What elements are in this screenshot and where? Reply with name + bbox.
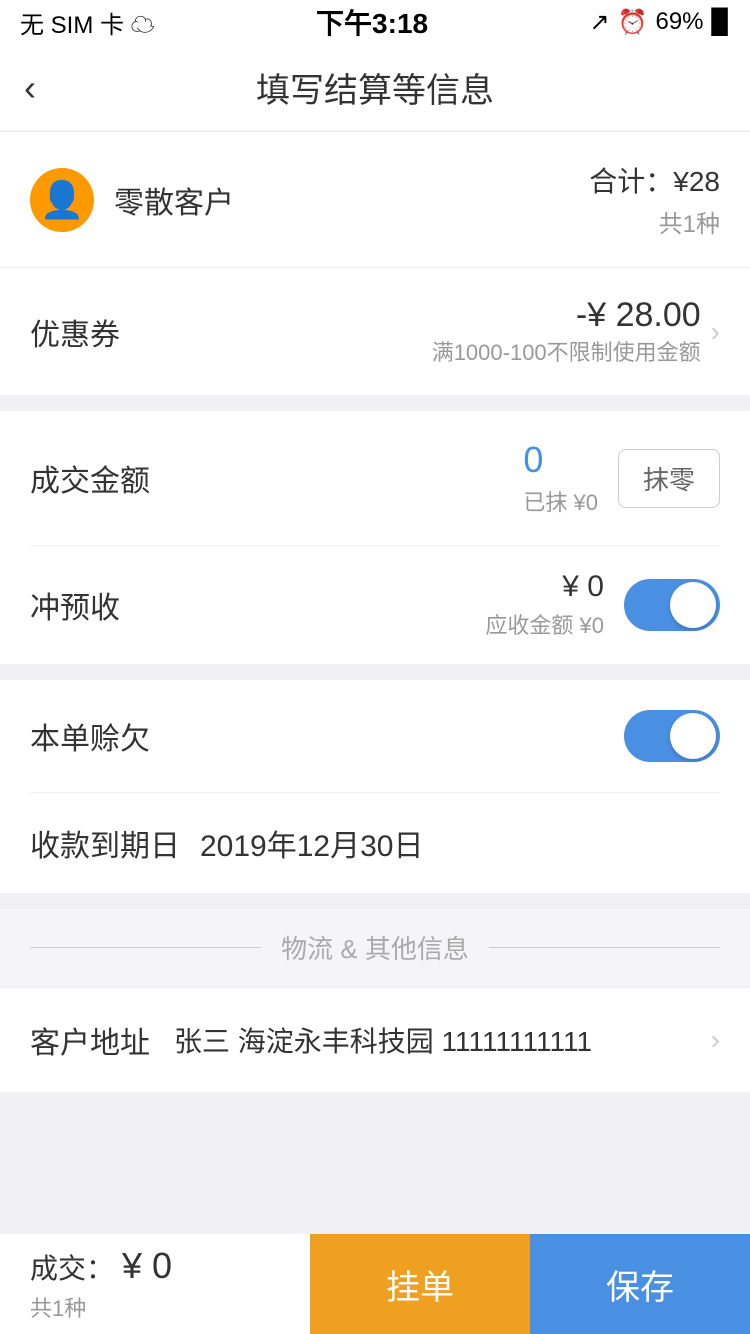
bottom-deal-label: 成交： bbox=[30, 1247, 114, 1287]
advance-toggle[interactable] bbox=[624, 579, 720, 631]
bottom-count: 共1种 bbox=[30, 1291, 280, 1323]
location-icon: ↗ bbox=[589, 8, 609, 37]
deal-right: 0 已抹 ¥0 抹零 bbox=[523, 439, 720, 517]
address-row[interactable]: 客户地址 张三 海淀永丰科技园 11111111111 › bbox=[30, 988, 720, 1092]
coupon-desc: 满1000-100不限制使用金额 bbox=[432, 335, 701, 367]
coupon-right: -¥ 28.00 满1000-100不限制使用金额 › bbox=[432, 296, 720, 367]
address-value: 张三 海淀永丰科技园 11111111111 bbox=[174, 1020, 701, 1060]
due-date-row: 收款到期日 2019年12月30日 bbox=[30, 793, 720, 893]
bottom-summary: 成交： ¥ 0 共1种 bbox=[0, 1245, 310, 1323]
address-section: 客户地址 张三 海淀永丰科技园 11111111111 › bbox=[0, 988, 750, 1092]
debt-section: 本单赊欠 收款到期日 2019年12月30日 bbox=[0, 680, 750, 893]
due-date-value: 2019年12月30日 bbox=[200, 821, 423, 865]
status-bar: 无 SIM 卡 ☁ 下午3:18 ↗ ⏰ 69% ▉ bbox=[0, 0, 750, 44]
logistics-label: 物流 & 其他信息 bbox=[261, 929, 489, 966]
coupon-label: 优惠券 bbox=[30, 310, 120, 354]
advance-row: 冲预收 ¥ 0 应收金额 ¥0 bbox=[30, 546, 720, 664]
due-date-label: 收款到期日 bbox=[30, 821, 180, 865]
logistics-line-left bbox=[30, 947, 261, 948]
debt-toggle[interactable] bbox=[624, 710, 720, 762]
advance-value: ¥ 0 bbox=[485, 570, 604, 604]
status-left: 无 SIM 卡 ☁ bbox=[20, 5, 155, 40]
bottom-deal-line: 成交： ¥ 0 bbox=[30, 1245, 280, 1287]
advance-label: 冲预收 bbox=[30, 583, 120, 627]
debt-label: 本单赊欠 bbox=[30, 714, 150, 758]
advance-receivable: 应收金额 ¥0 bbox=[485, 608, 604, 640]
customer-name: 零散客户 bbox=[114, 178, 234, 222]
avatar-icon: 👤 bbox=[40, 179, 85, 221]
deal-amount-row: 成交金额 0 已抹 ¥0 抹零 bbox=[30, 411, 720, 546]
alarm-icon: ⏰ bbox=[618, 8, 648, 37]
customer-right: 合计：¥28 共1种 bbox=[589, 160, 720, 239]
back-button[interactable]: ‹ bbox=[24, 67, 36, 109]
avatar: 👤 bbox=[30, 168, 94, 232]
debt-toggle-knob bbox=[670, 713, 716, 759]
advance-right: ¥ 0 应收金额 ¥0 bbox=[485, 570, 720, 640]
debt-row: 本单赊欠 bbox=[30, 680, 720, 793]
pending-button[interactable]: 挂单 bbox=[310, 1234, 530, 1334]
deal-value-group: 0 已抹 ¥0 bbox=[523, 439, 598, 517]
battery-level: 69% bbox=[655, 8, 703, 36]
page-title: 填写结算等信息 bbox=[256, 63, 494, 112]
deal-sub: 已抹 ¥0 bbox=[523, 485, 598, 517]
customer-left: 👤 零散客户 bbox=[30, 168, 234, 232]
status-right: ↗ ⏰ 69% ▉ bbox=[589, 8, 730, 37]
save-button[interactable]: 保存 bbox=[530, 1234, 750, 1334]
bottom-bar: 成交： ¥ 0 共1种 挂单 保存 bbox=[0, 1234, 750, 1334]
battery-icon: ▉ bbox=[712, 8, 730, 37]
round-zero-button[interactable]: 抹零 bbox=[618, 449, 720, 508]
customer-section: 👤 零散客户 合计：¥28 共1种 优惠券 -¥ 28.00 满1000-100… bbox=[0, 132, 750, 395]
address-chevron-icon: › bbox=[711, 1024, 720, 1056]
sim-status: 无 SIM 卡 ☁ bbox=[20, 5, 155, 40]
logistics-line-right bbox=[489, 947, 720, 948]
bottom-deal-amount: ¥ 0 bbox=[122, 1245, 172, 1287]
logistics-section: 物流 & 其他信息 bbox=[0, 909, 750, 986]
advance-amount: ¥ 0 应收金额 ¥0 bbox=[485, 570, 604, 640]
deal-amount-label: 成交金额 bbox=[30, 456, 150, 500]
deal-value: 0 bbox=[523, 439, 598, 481]
customer-row: 👤 零散客户 合计：¥28 共1种 bbox=[0, 132, 750, 267]
address-label: 客户地址 bbox=[30, 1018, 150, 1062]
deal-section: 成交金额 0 已抹 ¥0 抹零 冲预收 ¥ 0 应收金额 ¥0 bbox=[0, 411, 750, 664]
coupon-amount: -¥ 28.00 bbox=[432, 296, 701, 335]
coupon-row[interactable]: 优惠券 -¥ 28.00 满1000-100不限制使用金额 › bbox=[0, 267, 750, 395]
coupon-info: -¥ 28.00 满1000-100不限制使用金额 bbox=[432, 296, 701, 367]
total-label: 合计：¥28 bbox=[589, 160, 720, 200]
chevron-right-icon: › bbox=[711, 316, 720, 348]
total-count: 共1种 bbox=[589, 204, 720, 239]
toggle-knob bbox=[670, 582, 716, 628]
nav-bar: ‹ 填写结算等信息 bbox=[0, 44, 750, 132]
status-time: 下午3:18 bbox=[316, 2, 428, 42]
